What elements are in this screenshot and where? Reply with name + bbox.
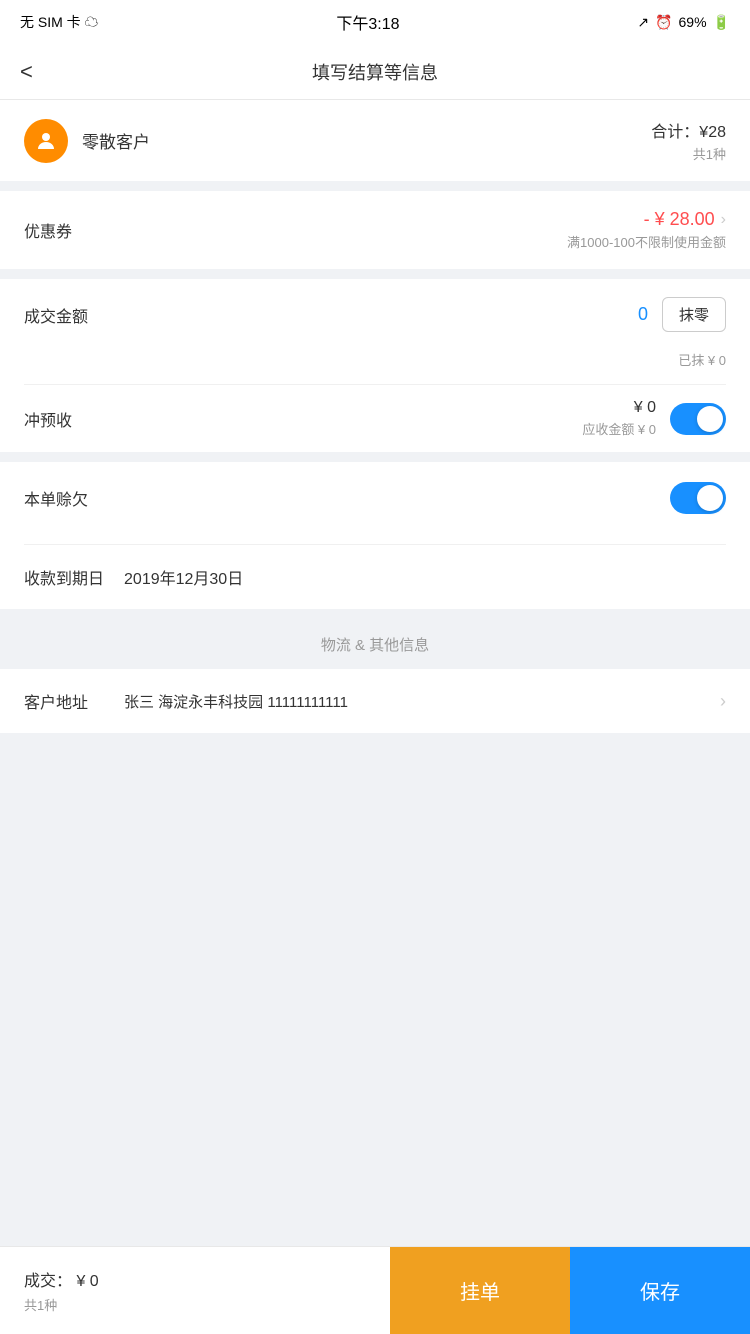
bottom-summary: 成交： ¥ 0 共1种	[0, 1267, 390, 1314]
customer-section: 零散客户 合计：¥28 共1种	[0, 100, 750, 181]
logistics-title: 物流 & 其他信息	[321, 634, 429, 655]
prepay-amounts: ¥ 0 应收金额 ¥ 0	[582, 399, 656, 438]
prepay-row: 冲预收 ¥ 0 应收金额 ¥ 0	[0, 385, 750, 452]
hold-button[interactable]: 挂单	[390, 1247, 570, 1334]
deal-amount-right: 0 抹零	[638, 297, 726, 332]
debt-toggle-circle	[697, 485, 723, 511]
sim-label: 无 SIM 卡 ☁	[20, 12, 99, 32]
battery-icon: 🔋	[713, 14, 730, 31]
bottom-bar: 成交： ¥ 0 共1种 挂单 保存	[0, 1246, 750, 1334]
coupon-chevron-icon: ›	[721, 211, 726, 229]
toggle-circle	[697, 406, 723, 432]
address-chevron-icon: ›	[720, 691, 726, 712]
logistics-divider: 物流 & 其他信息	[0, 619, 750, 669]
prepay-right: ¥ 0 应收金额 ¥ 0	[582, 399, 726, 438]
prepay-label: 冲预收	[24, 407, 72, 431]
duedate-value: 2019年12月30日	[124, 565, 243, 589]
location-icon: ↗	[637, 14, 649, 31]
debt-section: 本单赊欠 收款到期日 2019年12月30日	[0, 462, 750, 609]
page-title: 填写结算等信息	[312, 59, 438, 85]
address-value: 张三 海淀永丰科技园 11111111111	[124, 691, 710, 712]
customer-count: 共1种	[651, 144, 726, 163]
deal-amount-value: 0	[638, 304, 648, 325]
deal-amount-row: 成交金额 0 抹零	[0, 279, 750, 350]
customer-total: 合计：¥28	[651, 118, 726, 142]
avatar	[24, 119, 68, 163]
customer-name: 零散客户	[82, 128, 150, 153]
coupon-right: - ¥ 28.00 › 满1000-100不限制使用金额	[567, 209, 726, 251]
coupon-label: 优惠券	[24, 218, 72, 242]
deal-sub-text: 已抹 ¥ 0	[678, 353, 726, 368]
deal-section: 成交金额 0 抹零 已抹 ¥ 0 冲预收 ¥ 0 应收金额 ¥ 0	[0, 279, 750, 452]
coupon-row[interactable]: 优惠券 - ¥ 28.00 › 满1000-100不限制使用金额	[0, 191, 750, 269]
bottom-summary-count: 共1种	[24, 1295, 366, 1314]
coupon-amount: - ¥ 28.00	[644, 209, 715, 230]
duedate-row: 收款到期日 2019年12月30日	[0, 545, 750, 609]
status-bar-left: 无 SIM 卡 ☁	[20, 12, 99, 32]
debt-label: 本单赊欠	[24, 486, 88, 510]
round-down-button[interactable]: 抹零	[662, 297, 726, 332]
prepay-toggle[interactable]	[670, 403, 726, 435]
debt-toggle[interactable]	[670, 482, 726, 514]
bottom-summary-deal: 成交： ¥ 0	[24, 1267, 366, 1291]
save-button[interactable]: 保存	[570, 1247, 750, 1334]
address-section[interactable]: 客户地址 张三 海淀永丰科技园 11111111111 ›	[0, 669, 750, 733]
customer-right: 合计：¥28 共1种	[651, 118, 726, 163]
nav-bar: < 填写结算等信息	[0, 44, 750, 100]
battery-label: 69%	[679, 14, 707, 30]
alarm-icon: ⏰	[655, 14, 672, 31]
back-button[interactable]: <	[20, 59, 33, 85]
address-label: 客户地址	[24, 689, 104, 713]
coupon-desc: 满1000-100不限制使用金额	[567, 232, 726, 251]
debt-row: 本单赊欠	[0, 462, 750, 534]
prepay-amount: ¥ 0	[582, 399, 656, 417]
status-bar-time: 下午3:18	[336, 10, 399, 34]
main-content: 零散客户 合计：¥28 共1种 优惠券 - ¥ 28.00 › 满1000-10…	[0, 100, 750, 833]
status-bar-right: ↗ ⏰ 69% 🔋	[637, 14, 730, 31]
customer-left: 零散客户	[24, 119, 150, 163]
duedate-label: 收款到期日	[24, 565, 104, 589]
deal-amount-label: 成交金额	[24, 303, 88, 327]
prepay-sub: 应收金额 ¥ 0	[582, 419, 656, 438]
coupon-section: 优惠券 - ¥ 28.00 › 满1000-100不限制使用金额	[0, 191, 750, 269]
status-bar: 无 SIM 卡 ☁ 下午3:18 ↗ ⏰ 69% 🔋	[0, 0, 750, 44]
customer-row: 零散客户 合计：¥28 共1种	[0, 100, 750, 181]
